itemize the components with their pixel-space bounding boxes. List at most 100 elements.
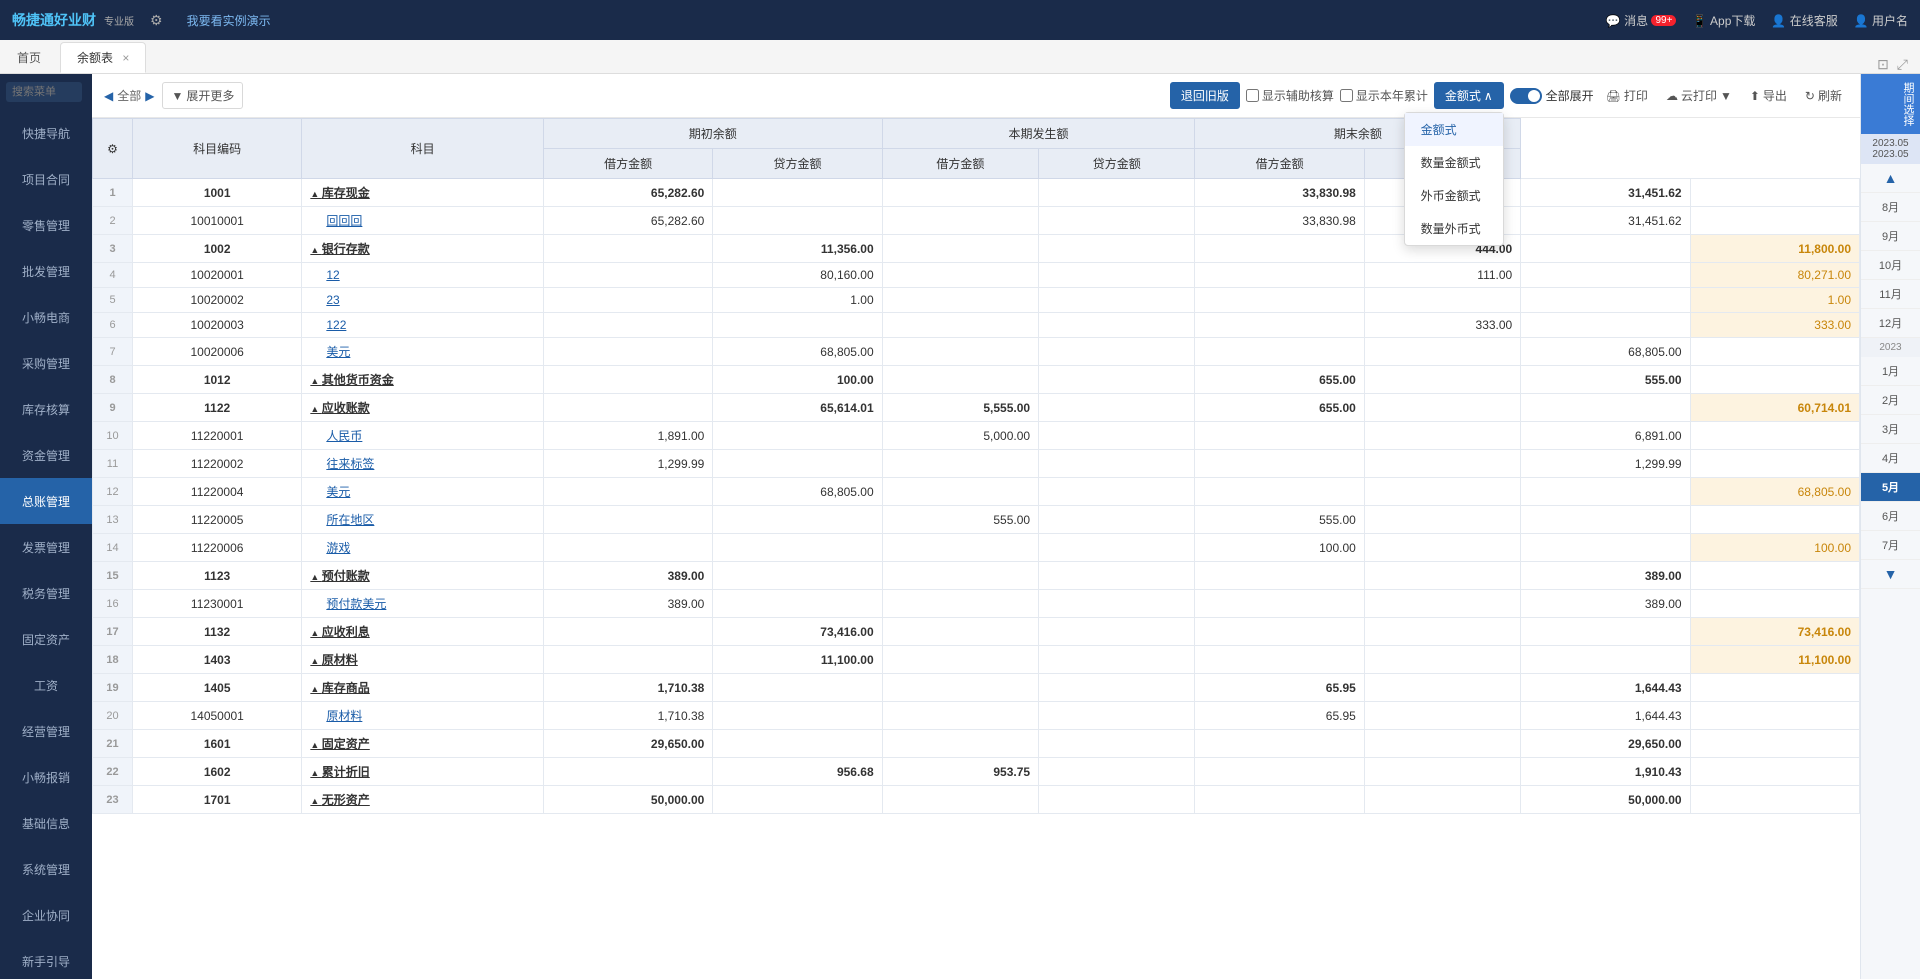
print-button[interactable]: 🖨 打印: [1600, 84, 1654, 107]
show-aux-checkbox[interactable]: 显示辅助核算: [1246, 87, 1334, 104]
month-item[interactable]: 3月: [1861, 415, 1920, 444]
view-mode-button[interactable]: 金额式 ∧: [1434, 82, 1504, 109]
row-name[interactable]: ▲ 预付账款: [302, 562, 544, 590]
dropdown-item-外币金额式[interactable]: 外币金额式: [1405, 179, 1503, 212]
sidebar-item-小畅报销[interactable]: 小畅报销: [0, 754, 92, 800]
breadcrumb-forward-icon[interactable]: ▶: [145, 89, 154, 103]
table-cell: [1195, 758, 1364, 786]
refresh-button[interactable]: ↻ 刷新: [1799, 84, 1848, 107]
row-name[interactable]: 人民币: [302, 422, 544, 450]
month-item[interactable]: 8月: [1861, 193, 1920, 222]
table-cell: [1195, 590, 1364, 618]
demo-link[interactable]: 我要看实例演示: [187, 12, 271, 29]
table-cell: [1690, 207, 1859, 235]
table-cell: [1195, 263, 1364, 288]
sidebar-item-新手引导[interactable]: 新手引导: [0, 938, 92, 979]
show-ytd-checkbox[interactable]: 显示本年累计: [1340, 87, 1428, 104]
row-name[interactable]: 美元: [302, 478, 544, 506]
row-name[interactable]: ▲ 应收账款: [302, 394, 544, 422]
sidebar-item-采购管理[interactable]: 采购管理: [0, 340, 92, 386]
sidebar-item-工资[interactable]: 工资: [0, 662, 92, 708]
settings-icon[interactable]: ⚙: [150, 12, 163, 29]
row-name[interactable]: 美元: [302, 338, 544, 366]
row-name[interactable]: ▲ 其他货币资金: [302, 366, 544, 394]
sidebar-item-资金管理[interactable]: 资金管理: [0, 432, 92, 478]
table-row: 231701▲ 无形资产50,000.0050,000.00: [93, 786, 1860, 814]
row-name[interactable]: 所在地区: [302, 506, 544, 534]
row-num: 7: [93, 338, 133, 366]
month-item[interactable]: 12月: [1861, 309, 1920, 338]
expand-all-toggle[interactable]: [1510, 88, 1542, 104]
breadcrumb-arrow[interactable]: ◀: [104, 89, 113, 103]
row-code: 10020003: [133, 313, 302, 338]
tab-fullscreen-icon[interactable]: ⤢: [1897, 56, 1908, 73]
row-name[interactable]: ▲ 库存商品: [302, 674, 544, 702]
sidebar-item-库存核算[interactable]: 库存核算: [0, 386, 92, 432]
month-item[interactable]: 10月: [1861, 251, 1920, 280]
row-name[interactable]: 游戏: [302, 534, 544, 562]
row-name[interactable]: 回回回: [302, 207, 544, 235]
row-name[interactable]: ▲ 库存现金: [302, 179, 544, 207]
month-nav-arrow[interactable]: ▲: [1861, 164, 1920, 193]
table-cell: 655.00: [1195, 366, 1364, 394]
back-period-button[interactable]: 退回旧版: [1170, 82, 1240, 109]
row-name[interactable]: ▲ 应收利息: [302, 618, 544, 646]
table-cell: 5,555.00: [882, 394, 1038, 422]
sidebar-item-零售管理[interactable]: 零售管理: [0, 202, 92, 248]
month-nav-arrow[interactable]: ▼: [1861, 560, 1920, 589]
sidebar-item-税务管理[interactable]: 税务管理: [0, 570, 92, 616]
row-name[interactable]: 往来标签: [302, 450, 544, 478]
month-item[interactable]: 4月: [1861, 444, 1920, 473]
search-input[interactable]: [6, 82, 82, 102]
tab-restore-icon[interactable]: ⊡: [1877, 56, 1889, 73]
row-name[interactable]: ▲ 累计折旧: [302, 758, 544, 786]
sidebar-item-系统管理[interactable]: 系统管理: [0, 846, 92, 892]
row-name[interactable]: 23: [302, 288, 544, 313]
user-avatar[interactable]: 👤 用户名: [1854, 12, 1908, 29]
tab-balance-sheet[interactable]: 余额表 ×: [60, 42, 146, 73]
online-service[interactable]: 👤 在线客服: [1771, 12, 1837, 29]
table-settings-header[interactable]: ⚙: [93, 119, 133, 179]
row-num: 3: [93, 235, 133, 263]
export-button[interactable]: ⬆ 导出: [1744, 84, 1793, 107]
cloud-print-button[interactable]: ☁ 云打印 ▼: [1660, 84, 1738, 107]
sidebar-item-小畅电商[interactable]: 小畅电商: [0, 294, 92, 340]
sidebar-item-项目合同[interactable]: 项目合同: [0, 156, 92, 202]
month-item[interactable]: 2月: [1861, 386, 1920, 415]
sidebar-item-经营管理[interactable]: 经营管理: [0, 708, 92, 754]
month-item[interactable]: 9月: [1861, 222, 1920, 251]
period-select-title[interactable]: 期间选择: [1861, 74, 1920, 134]
sidebar: 快捷导航项目合同零售管理批发管理小畅电商采购管理库存核算资金管理总账管理发票管理…: [0, 74, 92, 979]
expand-more-button[interactable]: ▼ 展开更多: [162, 82, 243, 109]
dropdown-item-数量金额式[interactable]: 数量金额式: [1405, 146, 1503, 179]
month-item[interactable]: 7月: [1861, 531, 1920, 560]
dropdown-item-数量外币式[interactable]: 数量外币式: [1405, 212, 1503, 245]
tab-home[interactable]: 首页: [0, 42, 58, 73]
row-name[interactable]: 预付款美元: [302, 590, 544, 618]
row-name[interactable]: ▲ 银行存款: [302, 235, 544, 263]
app-download[interactable]: 📱 App下载: [1692, 12, 1755, 29]
row-name[interactable]: ▲ 原材料: [302, 646, 544, 674]
sidebar-item-发票管理[interactable]: 发票管理: [0, 524, 92, 570]
table-cell: 80,160.00: [713, 263, 882, 288]
row-name[interactable]: 原材料: [302, 702, 544, 730]
sidebar-item-企业协同[interactable]: 企业协同: [0, 892, 92, 938]
row-name[interactable]: 122: [302, 313, 544, 338]
sidebar-item-基础信息[interactable]: 基础信息: [0, 800, 92, 846]
sidebar-item-批发管理[interactable]: 批发管理: [0, 248, 92, 294]
table-cell: [713, 590, 882, 618]
tab-close-icon[interactable]: ×: [122, 51, 129, 65]
month-item[interactable]: 1月: [1861, 357, 1920, 386]
row-name[interactable]: ▲ 无形资产: [302, 786, 544, 814]
sidebar-item-固定资产[interactable]: 固定资产: [0, 616, 92, 662]
dropdown-item-金额式[interactable]: 金额式: [1405, 113, 1503, 146]
message-icon[interactable]: 💬 消息 99+: [1606, 12, 1677, 29]
sidebar-item-总账管理[interactable]: 总账管理: [0, 478, 92, 524]
table-row: 31002▲ 银行存款11,356.00444.0011,800.00: [93, 235, 1860, 263]
row-name[interactable]: ▲ 固定资产: [302, 730, 544, 758]
month-item[interactable]: 11月: [1861, 280, 1920, 309]
month-item[interactable]: 6月: [1861, 502, 1920, 531]
sidebar-item-快捷导航[interactable]: 快捷导航: [0, 110, 92, 156]
month-item-active[interactable]: 5月: [1861, 473, 1920, 502]
row-name[interactable]: 12: [302, 263, 544, 288]
